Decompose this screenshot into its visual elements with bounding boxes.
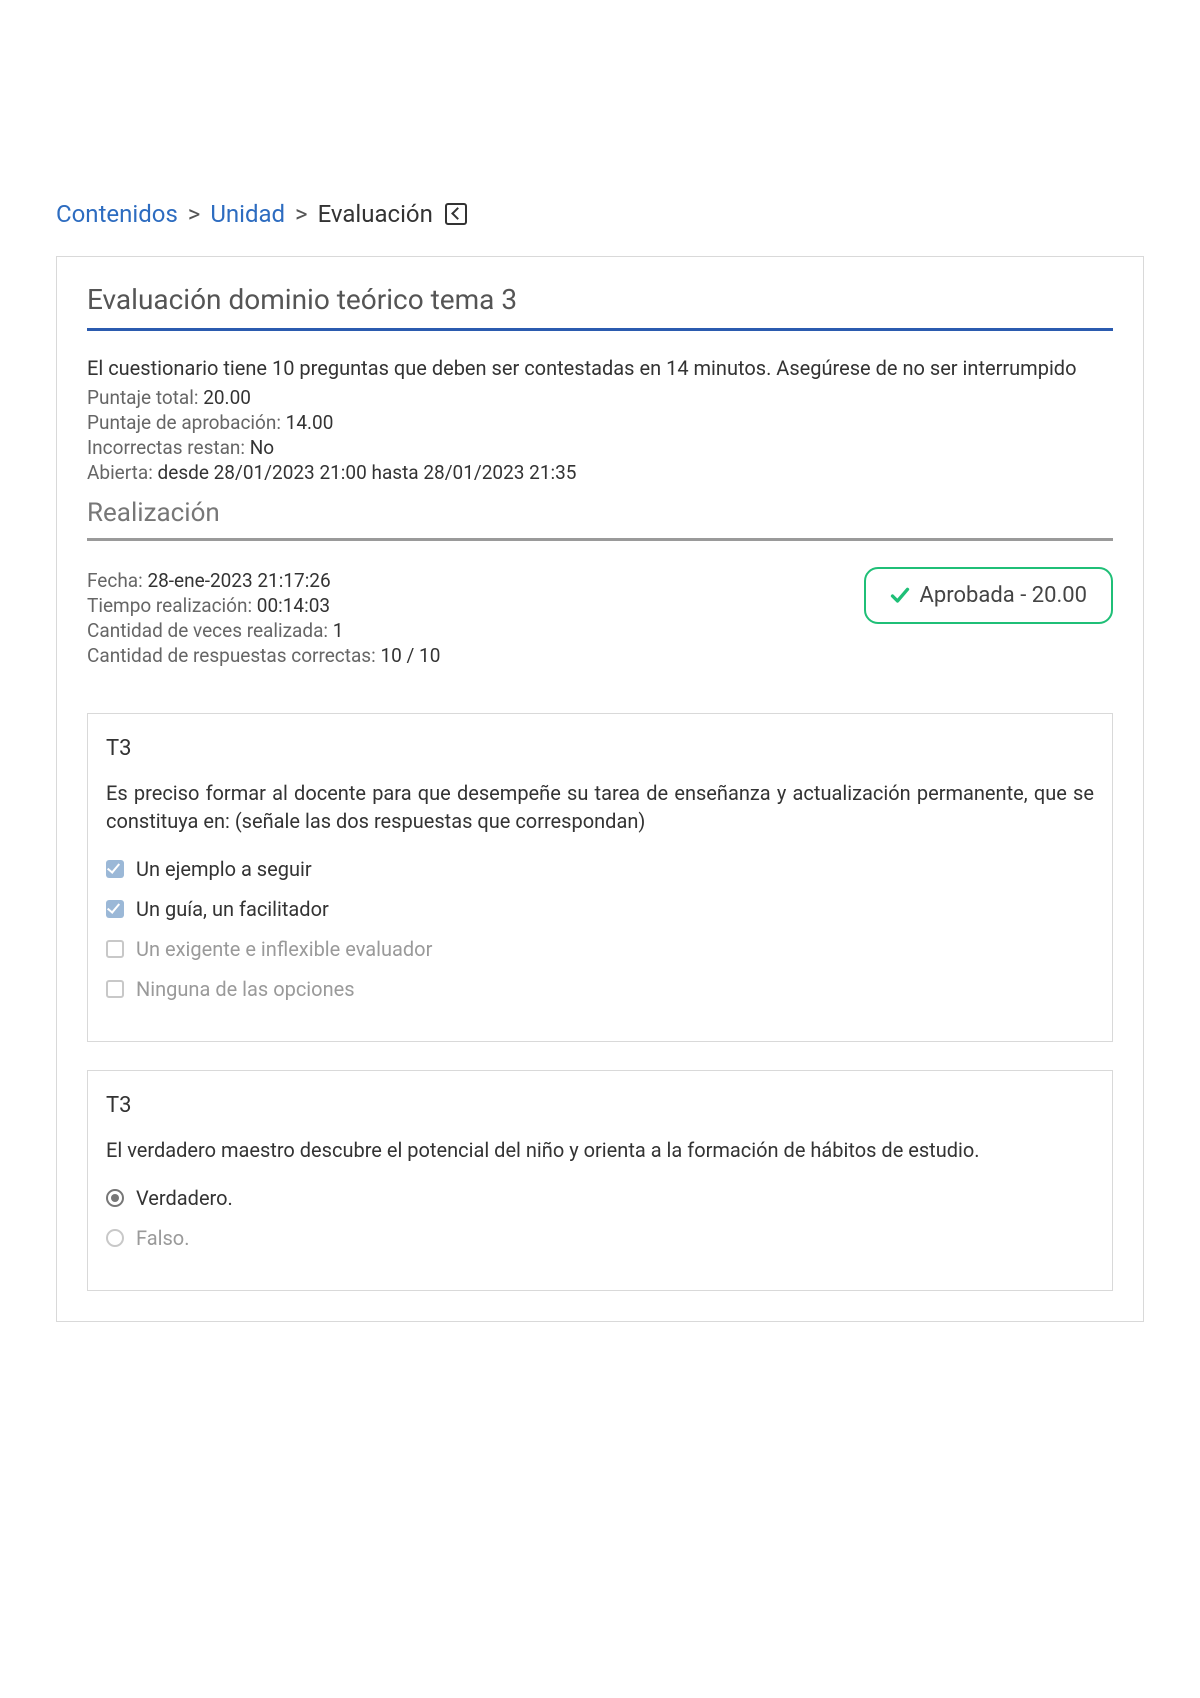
- question-option: Falso.: [106, 1226, 1094, 1250]
- meta-label: Cantidad de veces realizada:: [87, 619, 333, 642]
- meta-open-window: Abierta: desde 28/01/2023 21:00 hasta 28…: [87, 461, 1113, 484]
- meta-label: Fecha:: [87, 569, 147, 592]
- evaluation-title: Evaluación dominio teórico tema 3: [87, 283, 1113, 316]
- question-option: Un guía, un facilitador: [106, 897, 1094, 921]
- checkbox-unchecked-icon: [106, 940, 124, 958]
- meta-value: 10 / 10: [380, 644, 440, 667]
- option-label: Ninguna de las opciones: [136, 977, 355, 1001]
- status-badge-text: Aprobada - 20.00: [920, 583, 1087, 608]
- radio-unselected-icon: [106, 1229, 124, 1247]
- meta-value: 1: [333, 619, 344, 642]
- question-option: Ninguna de las opciones: [106, 977, 1094, 1001]
- meta-label: Cantidad de respuestas correctas:: [87, 644, 380, 667]
- question-option: Verdadero.: [106, 1186, 1094, 1210]
- option-label: Falso.: [136, 1226, 189, 1250]
- meta-label: Puntaje total:: [87, 386, 203, 409]
- question-prompt: Es preciso formar al docente para que de…: [106, 779, 1094, 835]
- realization-time: Tiempo realización: 00:14:03: [87, 594, 440, 617]
- radio-selected-icon: [106, 1189, 124, 1207]
- evaluation-panel: Evaluación dominio teórico tema 3 El cue…: [56, 256, 1144, 1322]
- realization-attempts: Cantidad de veces realizada: 1: [87, 619, 440, 642]
- meta-value: desde 28/01/2023 21:00 hasta 28/01/2023 …: [158, 461, 577, 484]
- realization-date: Fecha: 28-ene-2023 21:17:26: [87, 569, 440, 592]
- question-code: T3: [106, 1093, 1094, 1118]
- question-card: T3 Es preciso formar al docente para que…: [87, 713, 1113, 1042]
- breadcrumb-current: Evaluación: [318, 200, 433, 228]
- meta-value: 14.00: [286, 411, 334, 434]
- breadcrumb-unidad[interactable]: Unidad: [210, 200, 285, 228]
- question-code: T3: [106, 736, 1094, 761]
- realization-heading: Realización: [87, 498, 1113, 528]
- checkbox-checked-icon: [106, 860, 124, 878]
- breadcrumb-separator: >: [188, 200, 201, 228]
- option-label: Un ejemplo a seguir: [136, 857, 312, 881]
- meta-value: 00:14:03: [257, 594, 330, 617]
- breadcrumb-contenidos[interactable]: Contenidos: [56, 200, 178, 228]
- option-label: Verdadero.: [136, 1186, 233, 1210]
- meta-value: 28-ene-2023 21:17:26: [147, 569, 330, 592]
- check-icon: [890, 586, 910, 606]
- meta-approval-score: Puntaje de aprobación: 14.00: [87, 411, 1113, 434]
- meta-label: Abierta:: [87, 461, 158, 484]
- checkbox-checked-icon: [106, 900, 124, 918]
- collapse-back-icon[interactable]: [445, 203, 467, 225]
- breadcrumb: Contenidos > Unidad > Evaluación: [56, 200, 1144, 228]
- meta-total-score: Puntaje total: 20.00: [87, 386, 1113, 409]
- breadcrumb-separator: >: [295, 200, 308, 228]
- meta-value: No: [250, 436, 274, 459]
- meta-wrong-subtract: Incorrectas restan: No: [87, 436, 1113, 459]
- question-card: T3 El verdadero maestro descubre el pote…: [87, 1070, 1113, 1291]
- divider-blue: [87, 328, 1113, 331]
- status-badge: Aprobada - 20.00: [864, 567, 1113, 624]
- meta-label: Tiempo realización:: [87, 594, 257, 617]
- meta-label: Incorrectas restan:: [87, 436, 250, 459]
- realization-correct: Cantidad de respuestas correctas: 10 / 1…: [87, 644, 440, 667]
- option-label: Un exigente e inflexible evaluador: [136, 937, 432, 961]
- evaluation-intro: El cuestionario tiene 10 preguntas que d…: [87, 355, 1113, 382]
- checkbox-unchecked-icon: [106, 980, 124, 998]
- meta-value: 20.00: [203, 386, 251, 409]
- realization-details: Fecha: 28-ene-2023 21:17:26 Tiempo reali…: [87, 567, 440, 669]
- meta-label: Puntaje de aprobación:: [87, 411, 286, 434]
- question-option: Un ejemplo a seguir: [106, 857, 1094, 881]
- option-label: Un guía, un facilitador: [136, 897, 329, 921]
- divider-gray: [87, 538, 1113, 541]
- question-prompt: El verdadero maestro descubre el potenci…: [106, 1136, 1094, 1164]
- question-option: Un exigente e inflexible evaluador: [106, 937, 1094, 961]
